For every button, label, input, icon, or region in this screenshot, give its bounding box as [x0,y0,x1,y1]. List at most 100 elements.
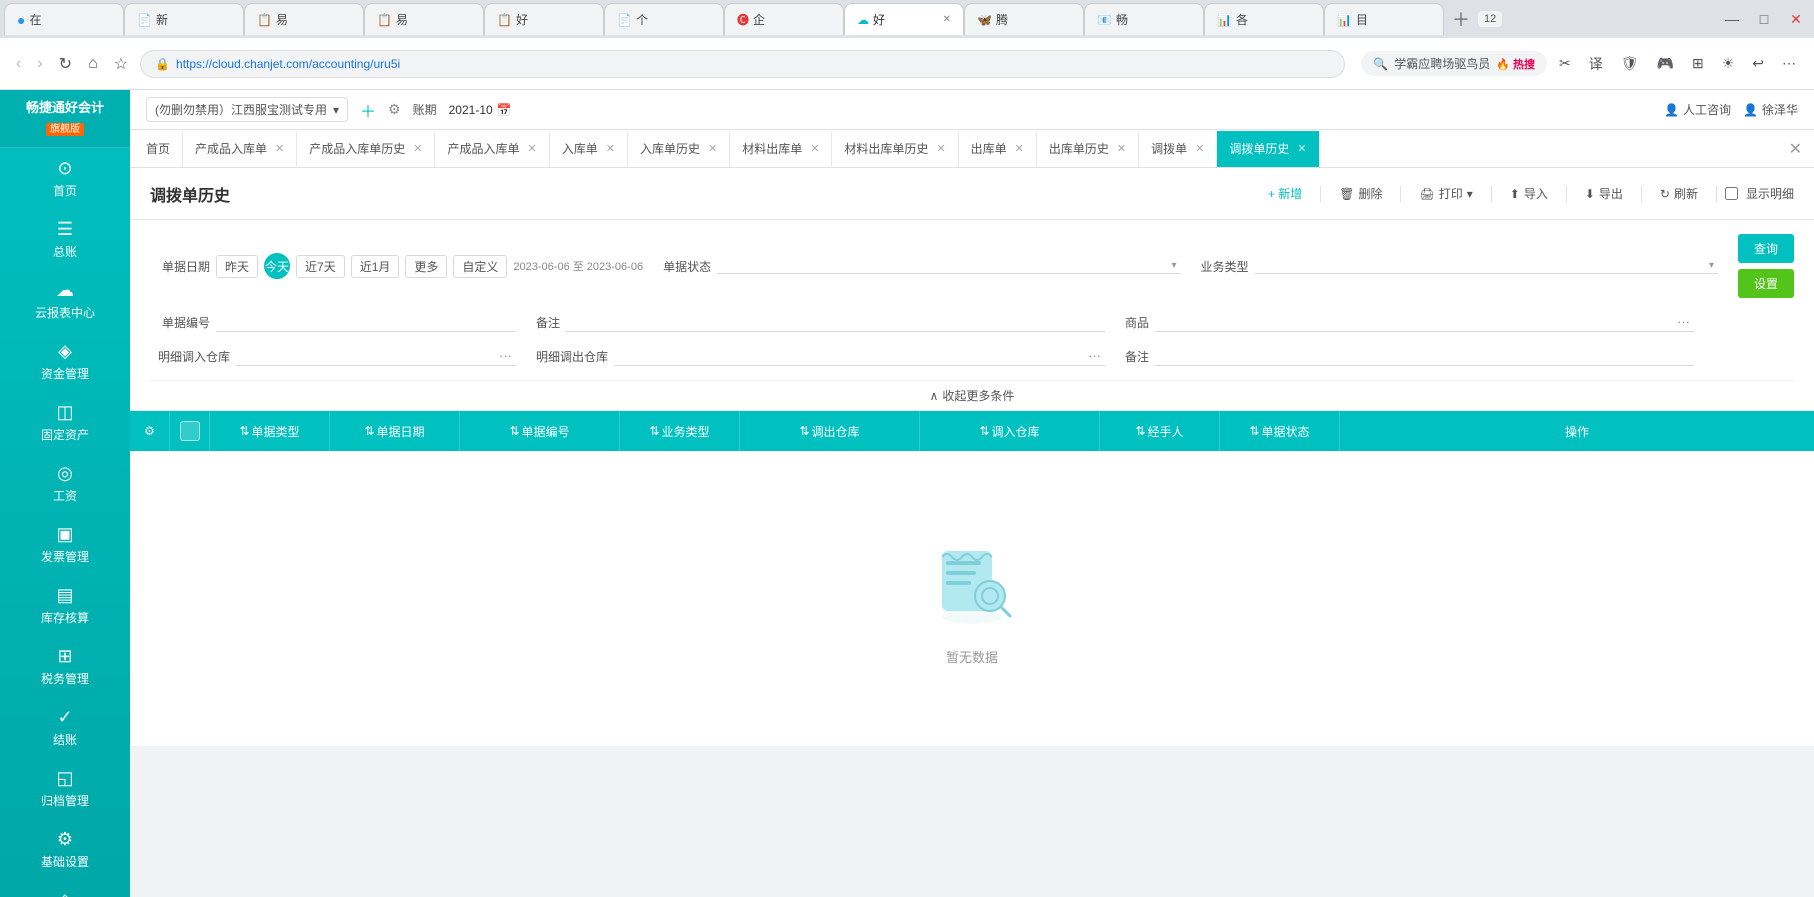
browser-tab-6[interactable]: 📄 个 [604,3,724,35]
th-in[interactable]: ⇅ 调入仓库 [920,411,1100,451]
settings-gear-icon[interactable]: ⚙ [388,101,401,118]
grid-action[interactable]: ⊞ [1686,51,1710,76]
sidebar-item-asset[interactable]: ◫ 固定资产 [0,392,130,453]
maximize-button[interactable]: □ [1750,5,1778,33]
page-tab-5[interactable]: 入库单历史 ✕ [628,131,730,167]
page-tab-10-close[interactable]: ✕ [1195,142,1204,155]
page-tab-4-close[interactable]: ✕ [606,142,615,155]
refresh-button[interactable]: ↻ 刷新 [1650,180,1708,207]
page-tab-11-close[interactable]: ✕ [1297,142,1306,155]
page-tab-1[interactable]: 产成品入库单 ✕ [183,131,297,167]
today-btn[interactable]: 今天 [264,253,290,279]
page-tab-11[interactable]: 调拨单历史 ✕ [1217,131,1319,167]
sidebar-item-invoice[interactable]: ▣ 发票管理 [0,514,130,575]
import-button[interactable]: ⬆ 导入 [1500,180,1558,207]
sidebar-item-salary[interactable]: ◎ 工资 [0,453,130,514]
sidebar-item-close[interactable]: ✓ 结账 [0,697,130,758]
minimize-button[interactable]: ― [1718,5,1746,33]
th-gear[interactable]: ⚙ [130,411,170,451]
menu-action[interactable]: ⋯ [1776,51,1802,76]
back-button[interactable]: ‹ [12,51,25,77]
sidebar-item-guide[interactable]: ◈ 新手引导 [0,880,130,897]
scissors-action[interactable]: ✂ [1553,51,1577,76]
page-tab-8-close[interactable]: ✕ [1015,142,1024,155]
remark2-input[interactable] [1155,347,1694,366]
refresh-nav-button[interactable]: ↻ [55,50,76,78]
delete-button[interactable]: 🗑 删除 [1329,180,1392,207]
browser-tab-7[interactable]: 🅒 企 [724,3,844,35]
page-tab-1-close[interactable]: ✕ [275,142,284,155]
th-type[interactable]: ⇅ 单据类型 [210,411,330,451]
forward-button[interactable]: › [33,51,46,77]
custom-btn[interactable]: 自定义 [453,255,507,278]
new-button[interactable]: + 新增 [1258,180,1312,207]
sidebar-item-home[interactable]: ⊙ 首页 [0,148,130,209]
page-tab-2-close[interactable]: ✕ [413,142,422,155]
more-btn[interactable]: 更多 [405,255,447,278]
doc-num-input[interactable] [216,313,516,332]
browser-tab-close-8[interactable]: ✕ [943,14,951,25]
remark-input[interactable] [566,313,1105,332]
add-company-button[interactable]: ＋ [360,98,376,122]
browser-tab-9[interactable]: 🦋 腾 [964,3,1084,35]
detail-out-select[interactable]: ··· [614,346,1105,366]
page-tab-2[interactable]: 产成品入库单历史 ✕ [297,131,435,167]
theme-action[interactable]: ☀ [1716,51,1741,76]
page-tab-6-close[interactable]: ✕ [810,142,819,155]
select-all-checkbox[interactable] [180,421,200,441]
browser-tab-4[interactable]: 📋 易 [364,3,484,35]
page-tab-7-close[interactable]: ✕ [936,142,945,155]
sidebar-item-ledger[interactable]: ☰ 总账 [0,209,130,270]
sidebar-item-fund[interactable]: ◈ 资金管理 [0,331,130,392]
week-btn[interactable]: 近7天 [296,255,345,278]
new-tab-button[interactable]: ＋ [1444,6,1478,32]
url-bar[interactable]: 🔒 https://cloud.chanjet.com/accounting/u… [140,50,1345,78]
export-button[interactable]: ⬇ 导出 [1575,180,1633,207]
page-tab-7[interactable]: 材料出库单历史 ✕ [832,131,958,167]
browser-tab-12[interactable]: 📊 目 [1324,3,1444,35]
th-out[interactable]: ⇅ 调出仓库 [740,411,920,451]
page-tab-6[interactable]: 材料出库单 ✕ [730,131,832,167]
sidebar-item-report[interactable]: ☁ 云报表中心 [0,270,130,331]
history-nav[interactable]: ↩ [1746,51,1770,76]
browser-tab-5[interactable]: 📋 好 [484,3,604,35]
sidebar-item-archive[interactable]: ◱ 归档管理 [0,758,130,819]
page-tab-home[interactable]: 首页 [134,131,183,167]
close-all-tabs-button[interactable]: ✕ [1781,139,1810,159]
page-tab-9-close[interactable]: ✕ [1117,142,1126,155]
game-action[interactable]: 🎮 [1651,51,1680,76]
page-tab-4[interactable]: 入库单 ✕ [550,131,628,167]
search-bar[interactable]: 🔍 学霸应聘场驱鸟员 🔥 热搜 [1361,51,1547,76]
translate-action[interactable]: 译 [1583,50,1609,78]
sidebar-item-settings[interactable]: ⚙ 基础设置 [0,819,130,880]
service-button[interactable]: 👤 人工咨询 [1664,101,1731,118]
bookmark-button[interactable]: ☆ [110,50,132,78]
browser-tab-11[interactable]: 📊 各 [1204,3,1324,35]
th-status[interactable]: ⇅ 单据状态 [1220,411,1340,451]
browser-tab-2[interactable]: 📄 新 [124,3,244,35]
biz-type-select[interactable]: ▾ [1255,258,1718,274]
shield-action[interactable]: 🛡 [1615,51,1645,76]
collapse-filter-button[interactable]: ∧ 收起更多条件 [150,380,1794,410]
page-tab-8[interactable]: 出库单 ✕ [959,131,1037,167]
query-button[interactable]: 查询 [1738,234,1794,263]
month-btn[interactable]: 近1月 [351,255,400,278]
home-nav-button[interactable]: ⌂ [84,51,102,77]
period-value[interactable]: 2021-10 📅 [449,103,512,117]
page-tab-3[interactable]: 产成品入库单 ✕ [435,131,549,167]
detail-in-select[interactable]: ··· [236,346,516,366]
browser-tab-10[interactable]: 📧 畅 [1084,3,1204,35]
sidebar-item-inventory[interactable]: ▤ 库存核算 [0,575,130,636]
th-biz[interactable]: ⇅ 业务类型 [620,411,740,451]
company-selector[interactable]: (勿删勿禁用）江西服宝测试专用 ▾ [146,97,348,122]
page-tab-9[interactable]: 出库单历史 ✕ [1037,131,1139,167]
print-button[interactable]: 🖨 打印 ▾ [1409,180,1482,207]
settings-filter-button[interactable]: 设置 [1738,269,1794,298]
display-toggle[interactable]: 显示明细 [1725,185,1794,202]
goods-select[interactable]: ··· [1155,312,1694,332]
th-num[interactable]: ⇅ 单据编号 [460,411,620,451]
page-tab-10[interactable]: 调拨单 ✕ [1139,131,1217,167]
browser-tab-3[interactable]: 📋 易 [244,3,364,35]
status-select[interactable]: ▾ [717,258,1180,274]
display-checkbox[interactable] [1725,187,1738,200]
